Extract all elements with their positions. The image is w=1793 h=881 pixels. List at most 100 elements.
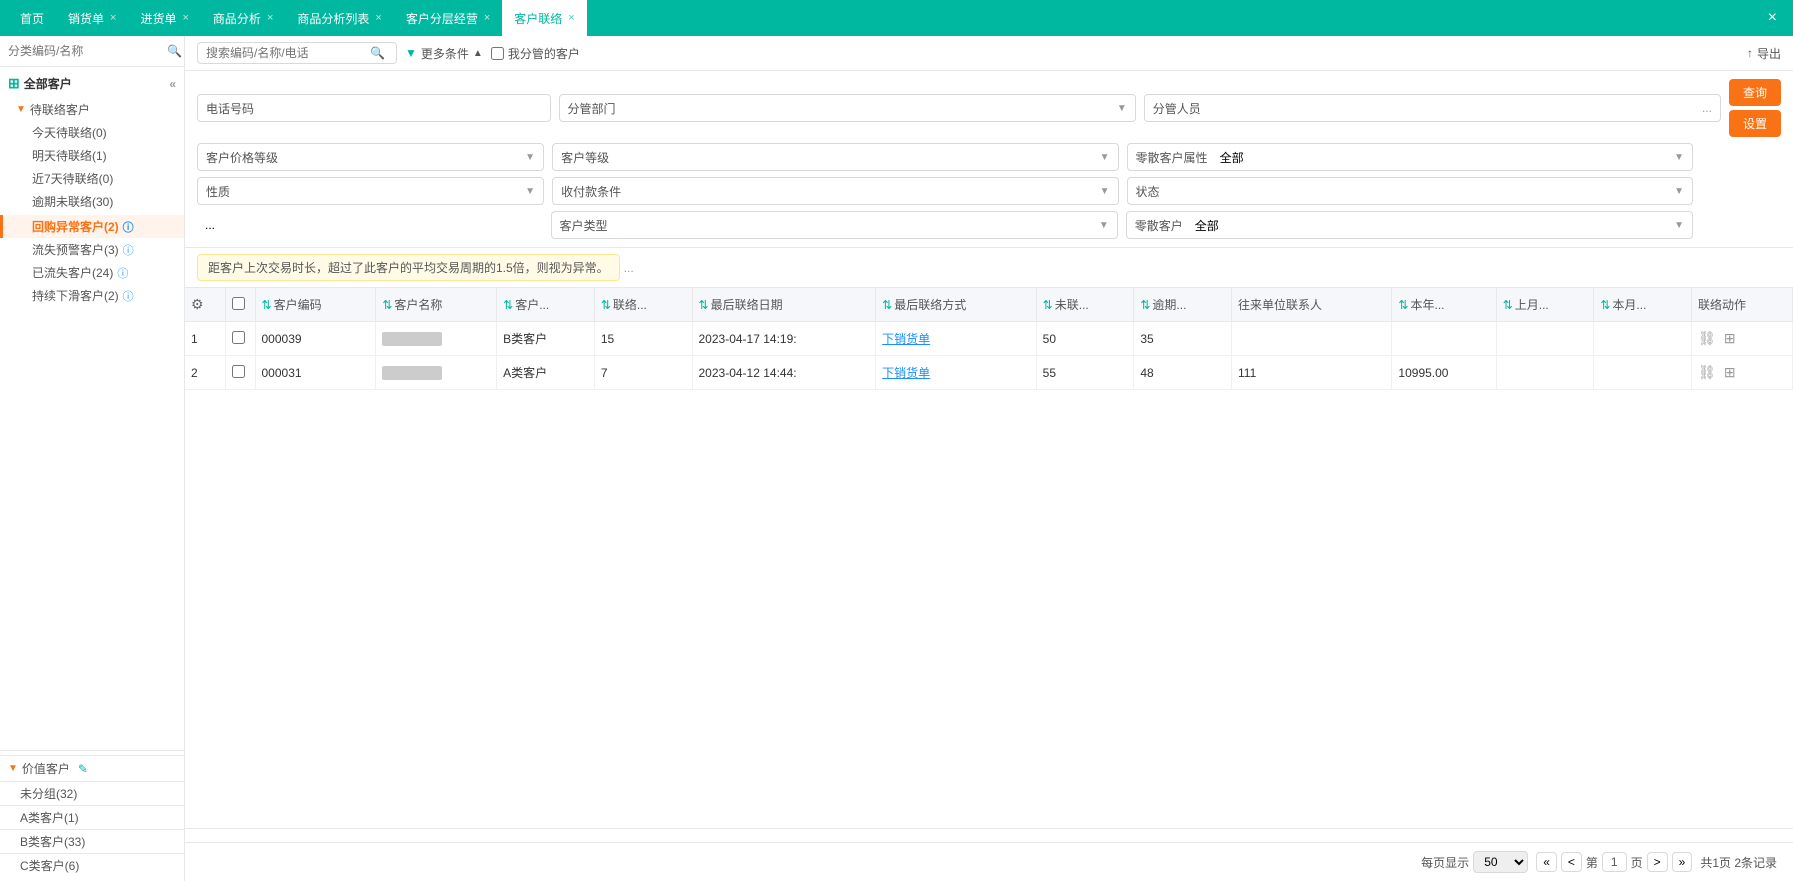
blurred-name — [382, 366, 442, 380]
select-all-checkbox[interactable] — [232, 297, 245, 310]
total-records-label: 共1页 2条记录 — [1700, 854, 1777, 871]
col-customer-type-header[interactable]: ⇅客户... — [497, 288, 595, 322]
person-field[interactable]: 分管人员 ... — [1144, 94, 1721, 122]
nav-home[interactable]: 首页 — [8, 0, 56, 36]
col-customer-name-header[interactable]: ⇅客户名称 — [376, 288, 497, 322]
action-link-icon-0[interactable]: ⛓ — [1698, 330, 1716, 347]
col-current-year-header[interactable]: ⇅本年... — [1392, 288, 1496, 322]
retail-customer-field[interactable]: 零散客户 全部 ▼ — [1126, 211, 1693, 239]
customer-type-field[interactable]: 客户类型 ▼ — [551, 211, 1118, 239]
col-last-month-header[interactable]: ⇅上月... — [1496, 288, 1594, 322]
status-field[interactable]: 状态 ▼ — [1127, 177, 1693, 205]
col-customer-code-header[interactable]: ⇅客户编码 — [255, 288, 376, 322]
tree-section-waiting-contact-title[interactable]: ▼ 待联络客户 — [0, 98, 184, 121]
col-overdue-header[interactable]: ⇅逾期... — [1134, 288, 1232, 322]
last-method-link[interactable]: 下销货单 — [882, 332, 930, 346]
tree-item-unclassified[interactable]: 未分组(32) — [0, 781, 184, 805]
close-product-analysis-list-icon[interactable]: × — [375, 12, 381, 24]
first-page-button[interactable]: « — [1536, 852, 1557, 872]
close-customer-contact-icon[interactable]: × — [568, 12, 574, 24]
nav-sales-order[interactable]: 销货单 × — [56, 0, 128, 36]
close-sales-order-icon[interactable]: × — [110, 12, 116, 24]
action-grid-icon-1[interactable]: ⊞ — [1724, 364, 1736, 381]
cell-contact-count: 15 — [594, 322, 692, 356]
tree-section-value-customers-title[interactable]: ▼ 价值客户 ✎ — [0, 755, 184, 781]
info-icon-lost[interactable]: ⓘ — [117, 265, 128, 281]
cell-overdue: 48 — [1134, 356, 1232, 390]
nav-customer-stratification[interactable]: 客户分层经营 × — [394, 0, 502, 36]
collapse-sidebar-icon[interactable]: « — [169, 77, 176, 91]
last-page-button[interactable]: » — [1672, 852, 1693, 872]
table-row: 1 000039 B类客户 15 2023-04-17 14:19: 下销货单 … — [185, 322, 1793, 356]
status-dropdown-icon: ▼ — [1674, 186, 1684, 197]
search-input[interactable] — [206, 46, 366, 60]
close-purchase-order-icon[interactable]: × — [182, 12, 188, 24]
edit-value-icon[interactable]: ✎ — [78, 762, 88, 776]
settings-button[interactable]: 设置 — [1729, 110, 1781, 137]
export-button[interactable]: ↑ 导出 — [1747, 45, 1781, 62]
tooltip-more-dots[interactable]: ... — [624, 261, 634, 275]
tree-item-tomorrow-contact[interactable]: 明天待联络(1) — [0, 144, 184, 167]
tree-item-today-contact[interactable]: 今天待联络(0) — [0, 121, 184, 144]
search-icon[interactable]: 🔍 — [370, 46, 385, 60]
info-icon-declining[interactable]: ⓘ — [123, 288, 134, 304]
cell-last-date: 2023-04-17 14:19: — [692, 322, 876, 356]
sidebar-search-input[interactable] — [8, 44, 163, 58]
table-settings-icon[interactable]: ⚙ — [191, 296, 204, 312]
filter-buttons: 查询 设置 — [1729, 79, 1781, 137]
page-size-select[interactable]: 50 100 200 — [1473, 851, 1528, 873]
tree-item-a-class[interactable]: A类客户(1) — [0, 805, 184, 829]
last-method-link[interactable]: 下销货单 — [882, 366, 930, 380]
horizontal-scrollbar[interactable] — [185, 828, 1793, 842]
nav-purchase-order[interactable]: 进货单 × — [128, 0, 200, 36]
query-button[interactable]: 查询 — [1729, 79, 1781, 106]
gender-field[interactable]: 性质 ▼ — [197, 177, 544, 205]
price-level-field[interactable]: 客户价格等级 ▼ — [197, 143, 544, 171]
dept-field[interactable]: 分管部门 ▼ — [559, 94, 1136, 122]
info-icon-repurchase[interactable]: ⓘ — [123, 219, 134, 235]
sort-current-month-icon: ⇅ — [1600, 298, 1610, 312]
tree-item-loss-warning[interactable]: 流失预警客户(3) ⓘ — [0, 238, 184, 261]
tree-item-overdue-contact[interactable]: 逾期未联络(30) — [0, 190, 184, 213]
nav-product-analysis-list[interactable]: 商品分析列表 × — [285, 0, 393, 36]
person-dots-icon[interactable]: ... — [1702, 101, 1712, 115]
col-uncontacted-header[interactable]: ⇅未联... — [1036, 288, 1134, 322]
row-checkbox-1[interactable] — [232, 365, 245, 378]
info-icon-loss-warning[interactable]: ⓘ — [123, 242, 134, 258]
tree-item-7day-contact[interactable]: 近7天待联络(0) — [0, 167, 184, 190]
arrow-icon: ▼ — [16, 104, 26, 115]
tree-item-c-class[interactable]: C类客户(6) — [0, 853, 184, 877]
payment-field[interactable]: 收付款条件 ▼ — [552, 177, 1118, 205]
window-close-button[interactable]: × — [1760, 9, 1785, 27]
nav-customer-contact[interactable]: 客户联络 × — [502, 0, 586, 36]
tooltip-text: 距客户上次交易时长，超过了此客户的平均交易周期的1.5倍，则视为异常。 — [197, 254, 620, 281]
col-unit-contacts-header[interactable]: 往来单位联系人 — [1232, 288, 1392, 322]
row-checkbox-0[interactable] — [232, 331, 245, 344]
customer-level-field[interactable]: 客户等级 ▼ — [552, 143, 1118, 171]
tree-item-lost-customers[interactable]: 已流失客户(24) ⓘ — [0, 261, 184, 284]
tree-item-repurchase-anomaly[interactable]: 回购异常客户(2) ⓘ — [0, 215, 184, 238]
col-contact-count-header[interactable]: ⇅联络... — [594, 288, 692, 322]
next-page-button[interactable]: > — [1647, 852, 1668, 872]
action-link-icon-1[interactable]: ⛓ — [1698, 364, 1716, 381]
action-grid-icon-0[interactable]: ⊞ — [1724, 330, 1736, 347]
nav-product-analysis[interactable]: 商品分析 × — [201, 0, 285, 36]
sidebar-search-icon[interactable]: 🔍 — [167, 44, 182, 58]
prev-page-button[interactable]: < — [1561, 852, 1582, 872]
tree-section-waiting-contact: ▼ 待联络客户 今天待联络(0) 明天待联络(1) 近7天待联络(0) 逾期未联… — [0, 96, 184, 215]
close-product-analysis-icon[interactable]: × — [267, 12, 273, 24]
more-conditions-button[interactable]: ▼ 更多条件 ▲ — [405, 45, 483, 62]
tree-item-declining-customers[interactable]: 持续下滑客户(2) ⓘ — [0, 284, 184, 307]
close-customer-stratification-icon[interactable]: × — [484, 12, 490, 24]
col-current-month-header[interactable]: ⇅本月... — [1594, 288, 1692, 322]
sidebar-tree: ⊞ 全部客户 « ▼ 待联络客户 今天待联络(0) 明天待联络(1) 近7天待联… — [0, 67, 184, 750]
col-last-contact-date-header[interactable]: ⇅最后联络日期 — [692, 288, 876, 322]
customer-type-dropdown-icon: ▼ — [1099, 220, 1109, 231]
retail-attr-field[interactable]: 零散客户属性 全部 ▼ — [1127, 143, 1693, 171]
tree-item-b-class[interactable]: B类客户(33) — [0, 829, 184, 853]
col-last-contact-method-header[interactable]: ⇅最后联络方式 — [876, 288, 1037, 322]
row4-dots[interactable]: ... — [205, 218, 215, 232]
tree-root-all-customers[interactable]: ⊞ 全部客户 « — [0, 71, 184, 96]
phone-field[interactable]: 电话号码 — [197, 94, 551, 122]
my-customers-checkbox[interactable] — [491, 47, 504, 60]
